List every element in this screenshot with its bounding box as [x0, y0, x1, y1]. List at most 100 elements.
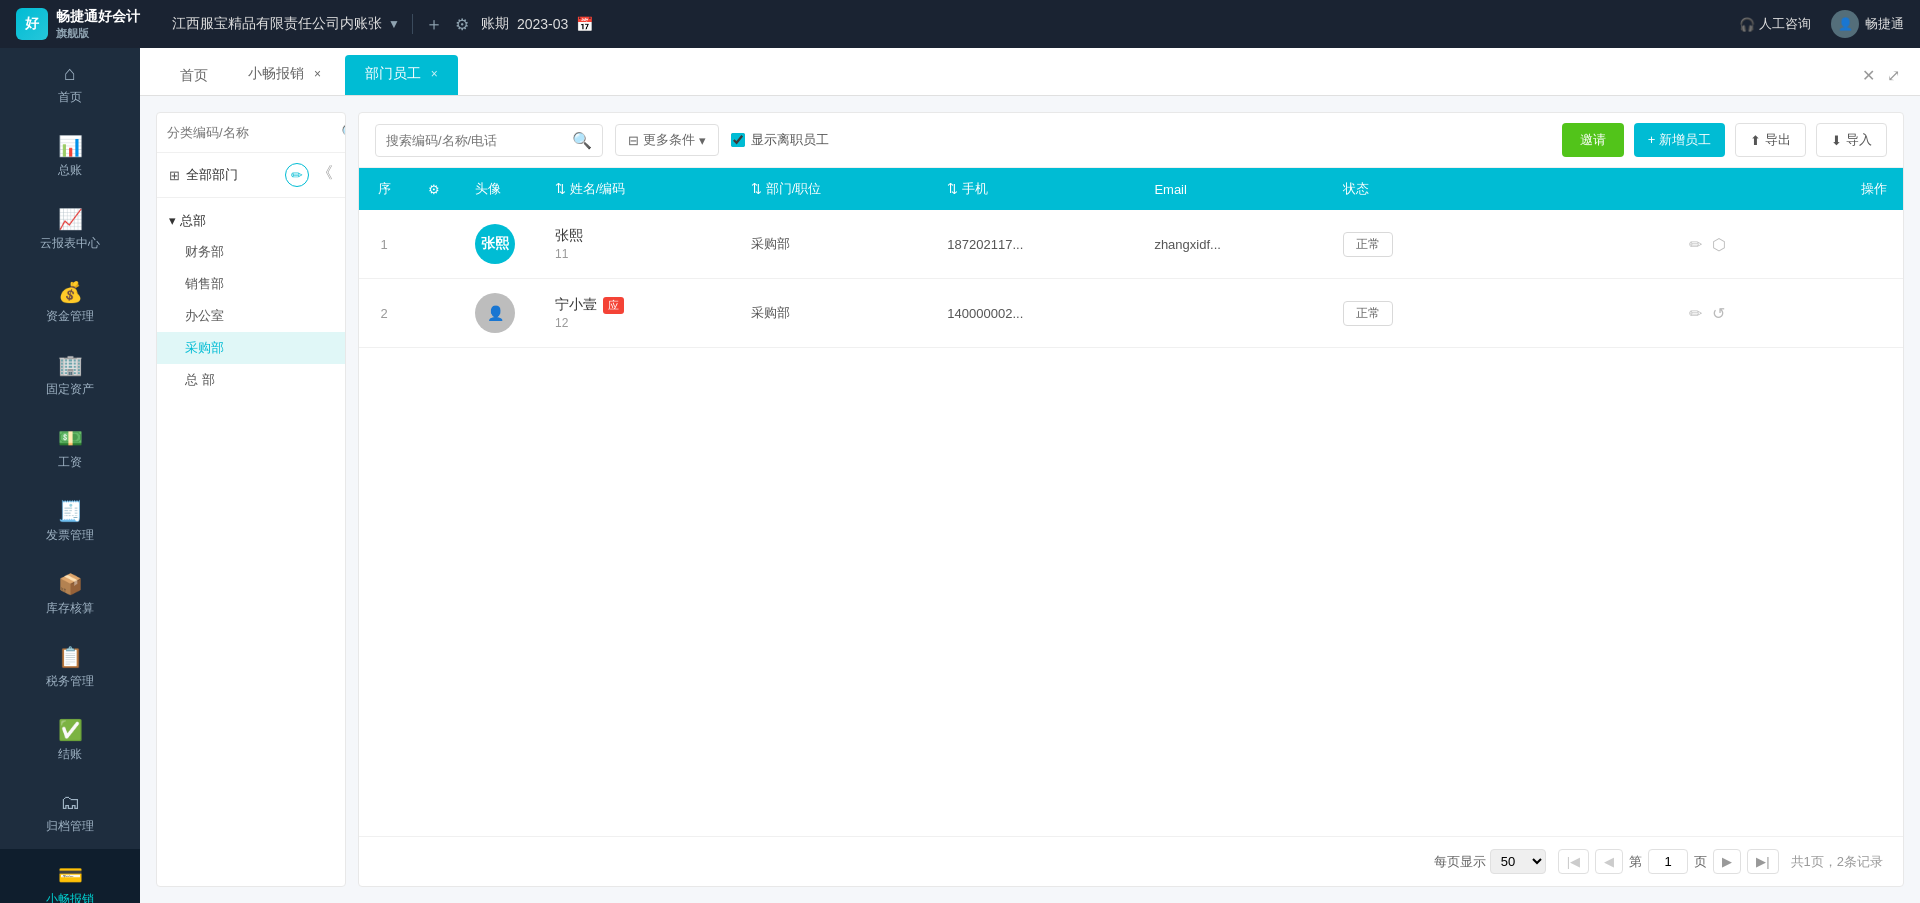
- company-selector[interactable]: 江西服宝精品有限责任公司内账张 ▼: [172, 15, 400, 33]
- dept-child-purchase[interactable]: 采购部: [157, 332, 345, 364]
- dept-tree: ▾ 总部 财务部 销售部 办公室 采购部: [157, 198, 345, 886]
- service-label: 人工咨询: [1759, 15, 1811, 33]
- dept-group-root[interactable]: ▾ 总部: [157, 206, 345, 236]
- dept-search-icon[interactable]: 🔍: [341, 123, 346, 142]
- edit-icon[interactable]: ✏: [1689, 304, 1702, 323]
- col-settings[interactable]: ⚙: [409, 168, 459, 210]
- col-phone[interactable]: ⇅ 手机: [931, 168, 1138, 210]
- sidebar-label-assets: 固定资产: [46, 381, 94, 398]
- period-display: 账期 2023-03 📅: [481, 15, 593, 33]
- sidebar-item-assets[interactable]: 🏢 固定资产: [0, 339, 140, 412]
- dept-child-sales[interactable]: 销售部: [157, 268, 345, 300]
- reports-icon: 📈: [58, 207, 83, 231]
- table-row: 1 张熙 张熙: [359, 210, 1903, 279]
- row2-dept: 采购部: [735, 279, 931, 348]
- user-area[interactable]: 👤 畅捷通: [1831, 10, 1904, 38]
- settings-icon[interactable]: ⚙: [455, 15, 469, 34]
- app-edition: 旗舰版: [56, 26, 140, 41]
- dept-child-headquarters[interactable]: 总 部: [157, 364, 345, 396]
- sort-dept-icon: ⇅: [751, 181, 762, 196]
- service-button[interactable]: 🎧 人工咨询: [1739, 15, 1811, 33]
- sidebar-label-close: 结账: [58, 746, 82, 763]
- window-close-icon[interactable]: ✕: [1862, 66, 1875, 85]
- sidebar-item-funds[interactable]: 💰 资金管理: [0, 266, 140, 339]
- sidebar-label-expense: 小畅报销: [46, 891, 94, 903]
- logout-icon[interactable]: ⬡: [1712, 235, 1726, 254]
- first-page-button[interactable]: |◀: [1558, 849, 1589, 874]
- col-name[interactable]: ⇅ 姓名/编码: [539, 168, 735, 210]
- content-area: 首页 小畅报销 × 部门员工 × ✕ ⤢ 🔍: [140, 48, 1920, 903]
- tab-dept[interactable]: 部门员工 ×: [345, 55, 458, 95]
- col-dept[interactable]: ⇅ 部门/职位: [735, 168, 931, 210]
- employee-code: 11: [555, 247, 719, 261]
- dept-sales-label: 销售部: [185, 276, 224, 291]
- dept-edit-button[interactable]: ✏: [285, 163, 309, 187]
- tab-expense-label: 小畅报销: [248, 65, 304, 81]
- dept-child-finance[interactable]: 财务部: [157, 236, 345, 268]
- sidebar-item-home[interactable]: ⌂ 首页: [0, 48, 140, 120]
- sidebar-item-archive[interactable]: 🗂 归档管理: [0, 777, 140, 849]
- calendar-icon[interactable]: 📅: [576, 16, 593, 32]
- export-button[interactable]: ⬆ 导出: [1735, 123, 1806, 157]
- page-prefix: 第: [1629, 853, 1642, 871]
- col-status: 状态: [1327, 168, 1672, 210]
- last-page-button[interactable]: ▶|: [1747, 849, 1778, 874]
- col-num: 序: [359, 168, 409, 210]
- row2-status: 正常: [1327, 279, 1672, 348]
- add-tab-button[interactable]: ＋: [425, 12, 443, 36]
- dept-collapse-button[interactable]: 《: [317, 163, 333, 187]
- tab-home-label: 首页: [180, 67, 208, 83]
- tab-dept-close-icon[interactable]: ×: [431, 67, 438, 81]
- avatar: 👤: [1831, 10, 1859, 38]
- row1-dept: 采购部: [735, 210, 931, 279]
- import-icon: ⬇: [1831, 133, 1842, 148]
- sidebar-item-inventory[interactable]: 📦 库存核算: [0, 558, 140, 631]
- row2-num: 2: [359, 279, 409, 348]
- tab-bar: 首页 小畅报销 × 部门员工 × ✕ ⤢: [140, 48, 1920, 96]
- dept-search-input[interactable]: [167, 125, 335, 140]
- search-icon[interactable]: 🔍: [572, 131, 592, 150]
- employee-name: 张熙: [555, 227, 719, 245]
- row2-actions: ✏ ↺: [1673, 279, 1903, 348]
- prev-page-button[interactable]: ◀: [1595, 849, 1623, 874]
- window-controls: ✕ ⤢: [1862, 66, 1900, 95]
- sidebar-item-tax[interactable]: 📋 税务管理: [0, 631, 140, 704]
- tab-home[interactable]: 首页: [160, 57, 228, 95]
- dept-root-label: 总部: [180, 213, 206, 228]
- sidebar-label-payroll: 工资: [58, 454, 82, 471]
- next-page-button[interactable]: ▶: [1713, 849, 1741, 874]
- sidebar-item-payroll[interactable]: 💵 工资: [0, 412, 140, 485]
- dept-tree-header: ⊞ 全部部门 ✏ 《: [157, 153, 345, 198]
- sidebar-item-invoice[interactable]: 🧾 发票管理: [0, 485, 140, 558]
- action-icons: ✏ ↺: [1689, 304, 1887, 323]
- page-number-input[interactable]: [1648, 849, 1688, 874]
- expense-icon: 💳: [58, 863, 83, 887]
- dept-child-office[interactable]: 办公室: [157, 300, 345, 332]
- edit-icon[interactable]: ✏: [1689, 235, 1702, 254]
- window-expand-icon[interactable]: ⤢: [1887, 66, 1900, 85]
- refresh-icon[interactable]: ↺: [1712, 304, 1725, 323]
- row2-avatar: 👤: [459, 279, 539, 348]
- all-dept-label-row[interactable]: ⊞ 全部部门: [169, 166, 238, 184]
- import-button[interactable]: ⬇ 导入: [1816, 123, 1887, 157]
- sidebar-item-ledger[interactable]: 📊 总账: [0, 120, 140, 193]
- tab-dept-label: 部门员工: [365, 65, 421, 81]
- app-name: 畅捷通好会计: [56, 8, 140, 26]
- per-page-dropdown[interactable]: 50 10 20 100: [1490, 849, 1546, 874]
- invite-button[interactable]: 邀请: [1562, 123, 1624, 157]
- show-resign-checkbox[interactable]: [731, 133, 745, 147]
- sidebar-label-funds: 资金管理: [46, 308, 94, 325]
- sidebar-item-expense[interactable]: 💳 小畅报销: [0, 849, 140, 903]
- tab-expense[interactable]: 小畅报销 ×: [228, 55, 341, 95]
- add-employee-button[interactable]: + 新增员工: [1634, 123, 1725, 157]
- sidebar-item-close[interactable]: ✅ 结账: [0, 704, 140, 777]
- employee-search-input[interactable]: [386, 133, 566, 148]
- toolbar: 🔍 ⊟ 更多条件 ▾ 显示离职员工 邀请: [359, 113, 1903, 168]
- status-badge: 正常: [1343, 232, 1393, 257]
- period-value: 2023-03: [517, 16, 568, 32]
- pagination-bar: 每页显示 50 10 20 100 |◀ ◀ 第 页: [359, 836, 1903, 886]
- sidebar-item-reports[interactable]: 📈 云报表中心: [0, 193, 140, 266]
- employee-name: 宁小壹: [555, 296, 597, 314]
- filter-button[interactable]: ⊟ 更多条件 ▾: [615, 124, 719, 156]
- tab-expense-close-icon[interactable]: ×: [314, 67, 321, 81]
